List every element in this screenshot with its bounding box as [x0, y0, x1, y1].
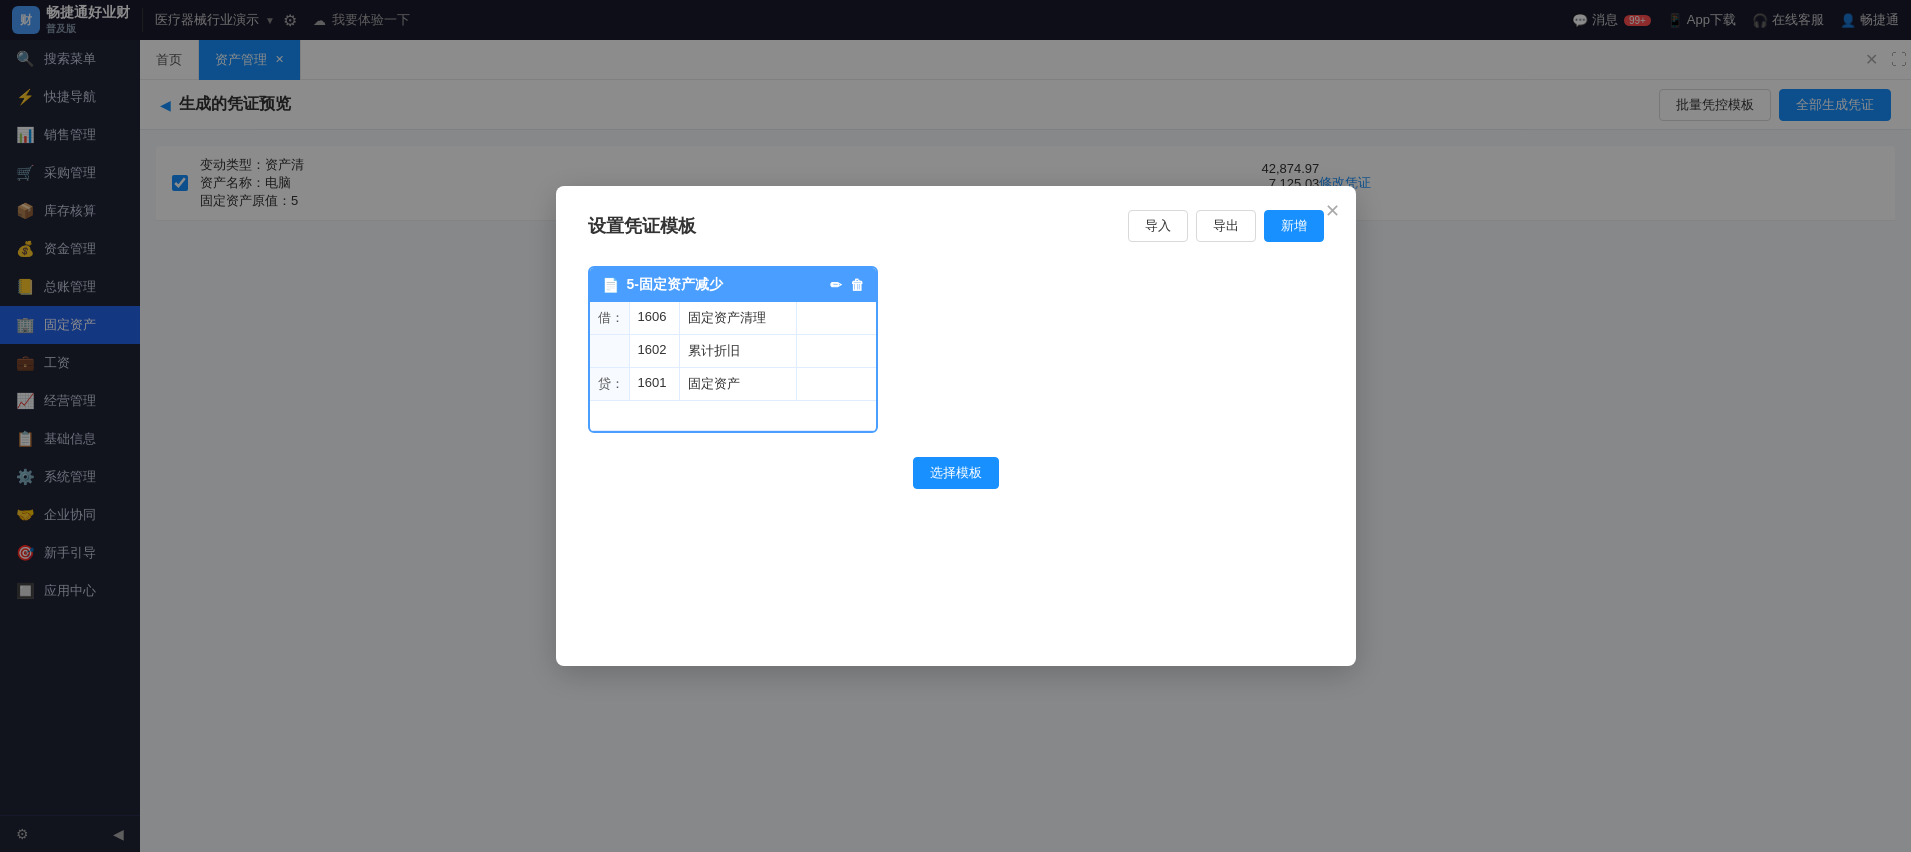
col-extra-1: [796, 302, 876, 334]
col-extra-3: [796, 368, 876, 400]
template-doc-icon: 📄: [602, 277, 619, 293]
template-list: 📄 5-固定资产减少 ✏ 🗑 借： 1606 固定资产清理: [588, 266, 1324, 433]
template-card-header: 📄 5-固定资产减少 ✏ 🗑: [590, 268, 876, 302]
col-extra-2: [796, 335, 876, 367]
template-empty-row: [590, 401, 876, 431]
direction-2: [590, 335, 630, 367]
direction-3: 贷：: [590, 368, 630, 400]
modal-header-actions: 导入 导出 新增: [1128, 210, 1324, 242]
template-row-2: 1602 累计折旧: [590, 335, 876, 368]
code-1: 1606: [630, 302, 680, 334]
direction-1: 借：: [590, 302, 630, 334]
modal-title: 设置凭证模板: [588, 214, 696, 238]
new-template-button[interactable]: 新增: [1264, 210, 1324, 242]
name-3: 固定资产: [680, 368, 796, 400]
template-name: 5-固定资产减少: [627, 276, 723, 294]
delete-template-icon[interactable]: 🗑: [850, 277, 864, 293]
template-card-body: 借： 1606 固定资产清理 1602 累计折旧 贷：: [590, 302, 876, 431]
name-2: 累计折旧: [680, 335, 796, 367]
modal-header: 设置凭证模板 导入 导出 新增: [588, 210, 1324, 242]
template-row-1: 借： 1606 固定资产清理: [590, 302, 876, 335]
import-button[interactable]: 导入: [1128, 210, 1188, 242]
template-header-left: 📄 5-固定资产减少: [602, 276, 723, 294]
modal-overlay[interactable]: 设置凭证模板 导入 导出 新增 ✕ 📄 5-固定资产减少 ✏ 🗑: [0, 0, 1911, 852]
modal-set-template: 设置凭证模板 导入 导出 新增 ✕ 📄 5-固定资产减少 ✏ 🗑: [556, 186, 1356, 666]
template-header-actions: ✏ 🗑: [830, 277, 864, 293]
name-1: 固定资产清理: [680, 302, 796, 334]
modal-close-icon[interactable]: ✕: [1325, 202, 1340, 220]
code-3: 1601: [630, 368, 680, 400]
code-2: 1602: [630, 335, 680, 367]
template-row-3: 贷： 1601 固定资产: [590, 368, 876, 401]
template-card-1: 📄 5-固定资产减少 ✏ 🗑 借： 1606 固定资产清理: [588, 266, 878, 433]
edit-template-icon[interactable]: ✏: [830, 277, 842, 293]
export-button[interactable]: 导出: [1196, 210, 1256, 242]
select-template-button[interactable]: 选择模板: [913, 457, 999, 489]
